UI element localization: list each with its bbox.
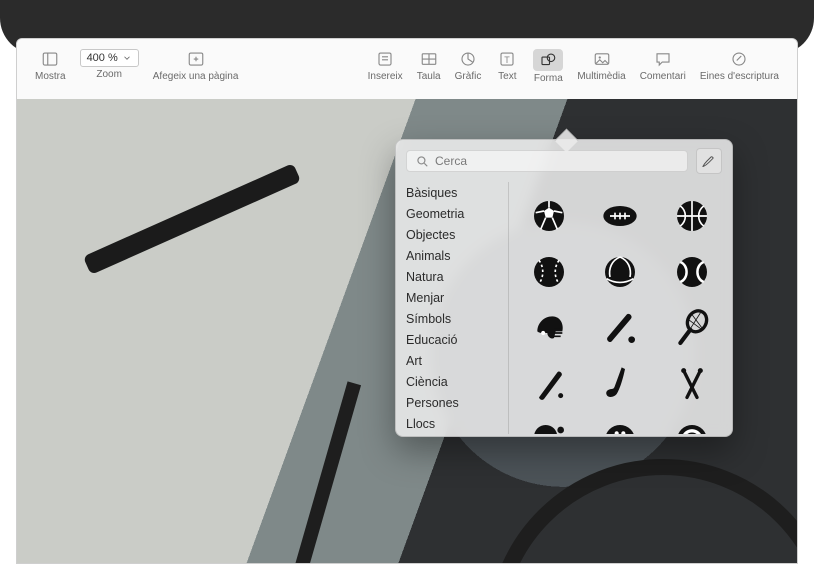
pen-icon — [701, 153, 717, 169]
volleyball-shape[interactable] — [596, 248, 644, 296]
basketball-shape[interactable] — [668, 192, 716, 240]
writing-tools-icon — [727, 49, 751, 69]
chart-label: Gràfic — [455, 71, 482, 82]
zoom-button[interactable]: 400 % Zoom — [76, 49, 143, 80]
text-label: Text — [498, 71, 516, 82]
baseball-bat-shape[interactable] — [596, 304, 644, 352]
tennis-ball-shape[interactable] — [668, 248, 716, 296]
zoom-label: Zoom — [96, 69, 122, 80]
shape-category-ciència[interactable]: Ciència — [396, 371, 508, 392]
insert-button[interactable]: Insereix — [364, 49, 407, 82]
zoom-pill[interactable]: 400 % — [80, 49, 139, 67]
hockey-stick-shape[interactable] — [596, 360, 644, 408]
chart-button[interactable]: Gràfic — [451, 49, 486, 82]
shape-category-educació[interactable]: Educació — [396, 329, 508, 350]
shape-label: Forma — [534, 73, 563, 84]
insert-icon — [373, 49, 397, 69]
cricket-bat-shape[interactable] — [525, 360, 573, 408]
writing-tools-label: Eines d'escriptura — [700, 71, 779, 82]
shape-category-animals[interactable]: Animals — [396, 245, 508, 266]
add-page-label: Afegeix una pàgina — [153, 71, 239, 82]
table-button[interactable]: Taula — [413, 49, 445, 82]
bowling-ball-shape[interactable] — [596, 416, 644, 434]
soccer-ball-shape[interactable] — [525, 192, 573, 240]
view-button[interactable]: Mostra — [31, 49, 70, 82]
media-button[interactable]: Multimèdia — [573, 49, 629, 82]
shapes-popover: Cerca BàsiquesGeometriaObjectesAnimalsNa… — [395, 139, 733, 437]
chevron-down-icon — [122, 53, 132, 63]
writing-tools-button[interactable]: Eines d'escriptura — [696, 49, 783, 82]
text-button[interactable]: Text — [491, 49, 523, 82]
shape-category-persones[interactable]: Persones — [396, 392, 508, 413]
target-shape[interactable] — [668, 416, 716, 434]
comment-icon — [651, 49, 675, 69]
ski-poles-shape[interactable] — [668, 360, 716, 408]
media-label: Multimèdia — [577, 71, 625, 82]
american-football-shape[interactable] — [596, 192, 644, 240]
app-window: Mostra 400 % Zoom Afegeix una pàgina Ins… — [16, 38, 798, 564]
shape-category-list[interactable]: BàsiquesGeometriaObjectesAnimalsNaturaMe… — [396, 182, 509, 434]
chart-icon — [456, 49, 480, 69]
football-helmet-shape[interactable] — [525, 304, 573, 352]
text-icon — [495, 49, 519, 69]
draw-shape-button[interactable] — [696, 148, 722, 174]
photo-fork — [287, 381, 361, 564]
shapes-search-input[interactable]: Cerca — [406, 150, 688, 172]
shape-grid[interactable] — [509, 182, 732, 434]
search-placeholder: Cerca — [435, 154, 467, 168]
plus-page-icon — [184, 49, 208, 69]
photo-handlebar — [83, 163, 301, 275]
add-page-button[interactable]: Afegeix una pàgina — [149, 49, 243, 82]
shape-category-llocs[interactable]: Llocs — [396, 413, 508, 434]
shape-category-bàsiques[interactable]: Bàsiques — [396, 182, 508, 203]
shape-category-símbols[interactable]: Símbols — [396, 308, 508, 329]
view-label: Mostra — [35, 71, 66, 82]
shape-category-geometria[interactable]: Geometria — [396, 203, 508, 224]
shape-category-art[interactable]: Art — [396, 350, 508, 371]
baseball-shape[interactable] — [525, 248, 573, 296]
shape-button[interactable]: Forma — [529, 49, 567, 84]
sidebar-icon — [38, 49, 62, 69]
table-label: Taula — [417, 71, 441, 82]
table-icon — [417, 49, 441, 69]
shape-category-menjar[interactable]: Menjar — [396, 287, 508, 308]
shape-icon — [533, 49, 563, 71]
insert-label: Insereix — [368, 71, 403, 82]
search-icon — [415, 154, 429, 168]
media-icon — [590, 49, 614, 69]
tennis-racket-shape[interactable] — [668, 304, 716, 352]
comment-button[interactable]: Comentari — [636, 49, 690, 82]
shape-category-natura[interactable]: Natura — [396, 266, 508, 287]
zoom-value: 400 % — [87, 52, 118, 64]
comment-label: Comentari — [640, 71, 686, 82]
photo-wheel — [487, 459, 798, 564]
pingpong-paddle-shape[interactable] — [525, 416, 573, 434]
shape-category-objectes[interactable]: Objectes — [396, 224, 508, 245]
